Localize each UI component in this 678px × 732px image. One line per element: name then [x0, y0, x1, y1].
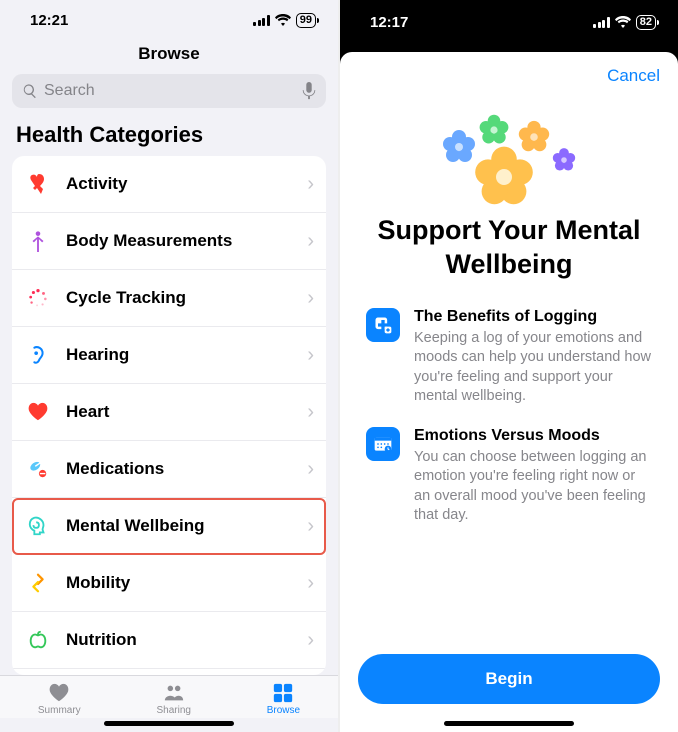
chevron-right-icon: ›: [307, 572, 314, 595]
category-medications[interactable]: Medications ›: [12, 441, 326, 498]
plus-app-icon: [366, 308, 400, 342]
nutrition-icon: [24, 626, 52, 654]
battery-indicator: 99: [296, 13, 316, 28]
tab-summary[interactable]: Summary: [38, 682, 81, 716]
category-mental-wellbeing[interactable]: Mental Wellbeing ›: [12, 498, 326, 555]
category-label: Heart: [66, 402, 307, 422]
calendar-icon: [366, 427, 400, 461]
category-label: Body Measurements: [66, 231, 307, 251]
home-indicator[interactable]: [104, 721, 234, 726]
category-label: Activity: [66, 174, 307, 194]
category-hearing[interactable]: Hearing ›: [12, 327, 326, 384]
body-icon: [24, 227, 52, 255]
medications-icon: [24, 455, 52, 483]
nav-title: Browse: [0, 40, 338, 74]
heart-icon: [24, 398, 52, 426]
chevron-right-icon: ›: [307, 458, 314, 481]
tab-bar: Summary Sharing Browse: [0, 675, 338, 718]
tab-browse[interactable]: Browse: [267, 682, 300, 716]
category-activity[interactable]: Activity ›: [12, 156, 326, 213]
mobility-icon: [24, 569, 52, 597]
category-label: Medications: [66, 459, 307, 479]
status-indicators: 82: [593, 15, 656, 30]
health-browse-screen: 12:21 99 Browse Health Categories Activi…: [0, 0, 340, 732]
section-header: Health Categories: [0, 122, 338, 156]
tab-sharing[interactable]: Sharing: [156, 682, 190, 716]
chevron-right-icon: ›: [307, 230, 314, 253]
cycle-icon: [24, 284, 52, 312]
chevron-right-icon: ›: [307, 515, 314, 538]
begin-button[interactable]: Begin: [358, 654, 660, 704]
cellular-icon: [593, 17, 610, 28]
category-label: Mobility: [66, 573, 307, 593]
browse-icon: [271, 682, 295, 704]
search-field[interactable]: [12, 74, 326, 108]
activity-icon: [24, 170, 52, 198]
cancel-button[interactable]: Cancel: [607, 66, 660, 86]
status-bar: 12:17 82: [340, 0, 678, 44]
cellular-icon: [253, 15, 270, 26]
wifi-icon: [615, 16, 631, 28]
summary-icon: [47, 682, 71, 704]
category-label: Cycle Tracking: [66, 288, 307, 308]
info-benefits: The Benefits of Logging Keeping a log of…: [340, 308, 678, 427]
info-title: The Benefits of Logging: [414, 308, 652, 326]
chevron-right-icon: ›: [307, 629, 314, 652]
category-label: Mental Wellbeing: [66, 516, 307, 536]
info-title: Emotions Versus Moods: [414, 427, 652, 445]
tab-label: Summary: [38, 705, 81, 716]
hearing-icon: [24, 341, 52, 369]
home-indicator[interactable]: [444, 721, 574, 726]
info-body: You can choose between logging an emotio…: [414, 448, 652, 526]
health-categories-list: Activity › Body Measurements › Cycle Tra…: [12, 156, 326, 675]
info-body: Keeping a log of your emotions and moods…: [414, 329, 652, 407]
category-body-measurements[interactable]: Body Measurements ›: [12, 213, 326, 270]
tab-label: Sharing: [156, 705, 190, 716]
search-icon: [22, 83, 38, 99]
category-cycle-tracking[interactable]: Cycle Tracking ›: [12, 270, 326, 327]
mental-wellbeing-icon: [24, 512, 52, 540]
category-heart[interactable]: Heart ›: [12, 384, 326, 441]
search-input[interactable]: [44, 82, 296, 100]
sharing-icon: [162, 682, 186, 704]
status-bar: 12:21 99: [0, 0, 338, 40]
intro-sheet: Cancel Support Your Mental Wellbeing The…: [340, 52, 678, 732]
chevron-right-icon: ›: [307, 287, 314, 310]
info-emotions-moods: Emotions Versus Moods You can choose bet…: [340, 427, 678, 546]
category-nutrition[interactable]: Nutrition ›: [12, 612, 326, 669]
status-time: 12:21: [30, 12, 68, 29]
chevron-right-icon: ›: [307, 344, 314, 367]
status-time: 12:17: [370, 14, 408, 31]
category-label: Nutrition: [66, 630, 307, 650]
wifi-icon: [275, 14, 291, 26]
category-label: Hearing: [66, 345, 307, 365]
category-mobility[interactable]: Mobility ›: [12, 555, 326, 612]
category-respiratory[interactable]: Respiratory ›: [12, 669, 326, 675]
battery-indicator: 82: [636, 15, 656, 30]
status-indicators: 99: [253, 13, 316, 28]
mic-icon[interactable]: [302, 82, 316, 100]
flowers-illustration: [340, 86, 678, 206]
chevron-right-icon: ›: [307, 173, 314, 196]
chevron-right-icon: ›: [307, 401, 314, 424]
mental-wellbeing-intro-screen: 12:17 82 Cancel Support Your Mental Well…: [340, 0, 678, 732]
tab-label: Browse: [267, 705, 300, 716]
